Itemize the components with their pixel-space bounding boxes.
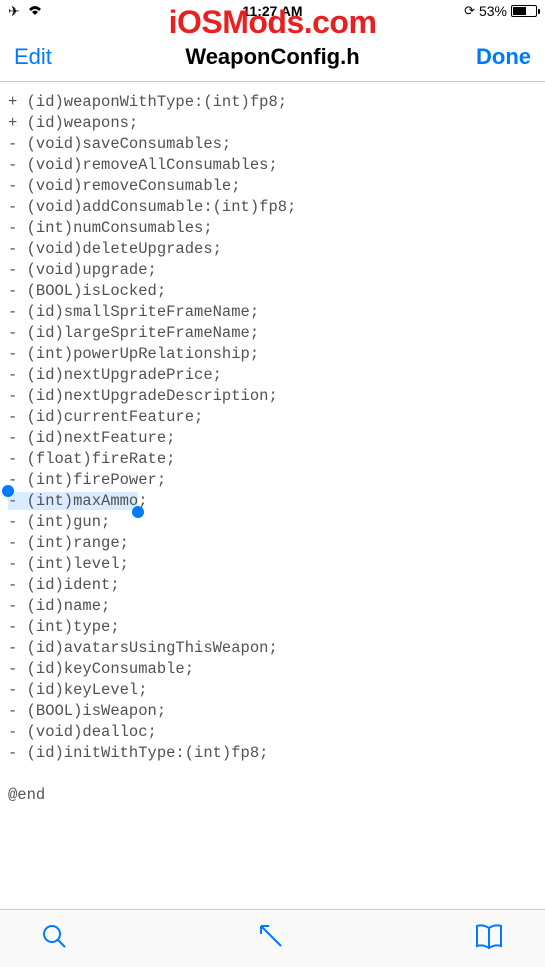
airplane-icon: ✈ bbox=[8, 3, 20, 20]
toolbar bbox=[0, 909, 545, 967]
resize-icon[interactable] bbox=[255, 920, 287, 957]
code-line[interactable]: - (void)upgrade; bbox=[8, 260, 537, 281]
code-line[interactable]: - (int)gun; bbox=[8, 512, 537, 533]
code-line[interactable]: - (int)range; bbox=[8, 533, 537, 554]
code-line[interactable]: + (id)weaponWithType:(int)fp8; bbox=[8, 92, 537, 113]
edit-button[interactable]: Edit bbox=[14, 44, 52, 70]
code-line[interactable]: - (id)avatarsUsingThisWeapon; bbox=[8, 638, 537, 659]
code-line[interactable]: - (float)fireRate; bbox=[8, 449, 537, 470]
code-line[interactable]: - (id)ident; bbox=[8, 575, 537, 596]
code-line[interactable]: - (id)smallSpriteFrameName; bbox=[8, 302, 537, 323]
code-line[interactable]: - (id)initWithType:(int)fp8; bbox=[8, 743, 537, 764]
code-line[interactable]: + (id)weapons; bbox=[8, 113, 537, 134]
code-line[interactable]: - (id)name; bbox=[8, 596, 537, 617]
code-line[interactable]: - (id)currentFeature; bbox=[8, 407, 537, 428]
code-line[interactable]: - (int)type; bbox=[8, 617, 537, 638]
battery-icon bbox=[511, 5, 537, 17]
code-line[interactable]: - (void)addConsumable:(int)fp8; bbox=[8, 197, 537, 218]
lock-rotation-icon: ⟳ bbox=[464, 3, 475, 19]
code-line[interactable]: - (void)dealloc; bbox=[8, 722, 537, 743]
done-button[interactable]: Done bbox=[476, 44, 531, 70]
code-line[interactable]: - (void)saveConsumables; bbox=[8, 134, 537, 155]
battery-percent: 53% bbox=[479, 3, 507, 19]
search-icon[interactable] bbox=[40, 922, 68, 955]
code-line[interactable]: - (int)numConsumables; bbox=[8, 218, 537, 239]
code-area[interactable]: + (id)weaponWithType:(int)fp8;+ (id)weap… bbox=[0, 82, 545, 892]
code-line[interactable]: - (id)largeSpriteFrameName; bbox=[8, 323, 537, 344]
code-line[interactable]: - (BOOL)isLocked; bbox=[8, 281, 537, 302]
code-line[interactable]: - (id)nextUpgradePrice; bbox=[8, 365, 537, 386]
status-left: ✈ bbox=[8, 3, 44, 20]
code-line[interactable]: - (id)nextUpgradeDescription; bbox=[8, 386, 537, 407]
page-title: WeaponConfig.h bbox=[185, 44, 359, 70]
wifi-icon bbox=[26, 3, 44, 19]
code-line[interactable]: - (int)maxAmmo; bbox=[8, 491, 537, 512]
code-line[interactable]: - (int)firePower; bbox=[8, 470, 537, 491]
status-right: ⟳ 53% bbox=[464, 3, 537, 19]
code-line[interactable]: - (id)nextFeature; bbox=[8, 428, 537, 449]
code-line[interactable]: - (int)level; bbox=[8, 554, 537, 575]
watermark: iOSMods.com bbox=[169, 4, 377, 41]
code-line[interactable]: - (id)keyLevel; bbox=[8, 680, 537, 701]
code-line[interactable]: - (void)deleteUpgrades; bbox=[8, 239, 537, 260]
code-line[interactable]: - (int)powerUpRelationship; bbox=[8, 344, 537, 365]
code-line[interactable]: - (id)keyConsumable; bbox=[8, 659, 537, 680]
code-line[interactable]: - (BOOL)isWeapon; bbox=[8, 701, 537, 722]
code-line[interactable]: - (void)removeConsumable; bbox=[8, 176, 537, 197]
code-line[interactable]: - (void)removeAllConsumables; bbox=[8, 155, 537, 176]
book-icon[interactable] bbox=[473, 922, 505, 955]
code-end: @end bbox=[8, 785, 537, 806]
